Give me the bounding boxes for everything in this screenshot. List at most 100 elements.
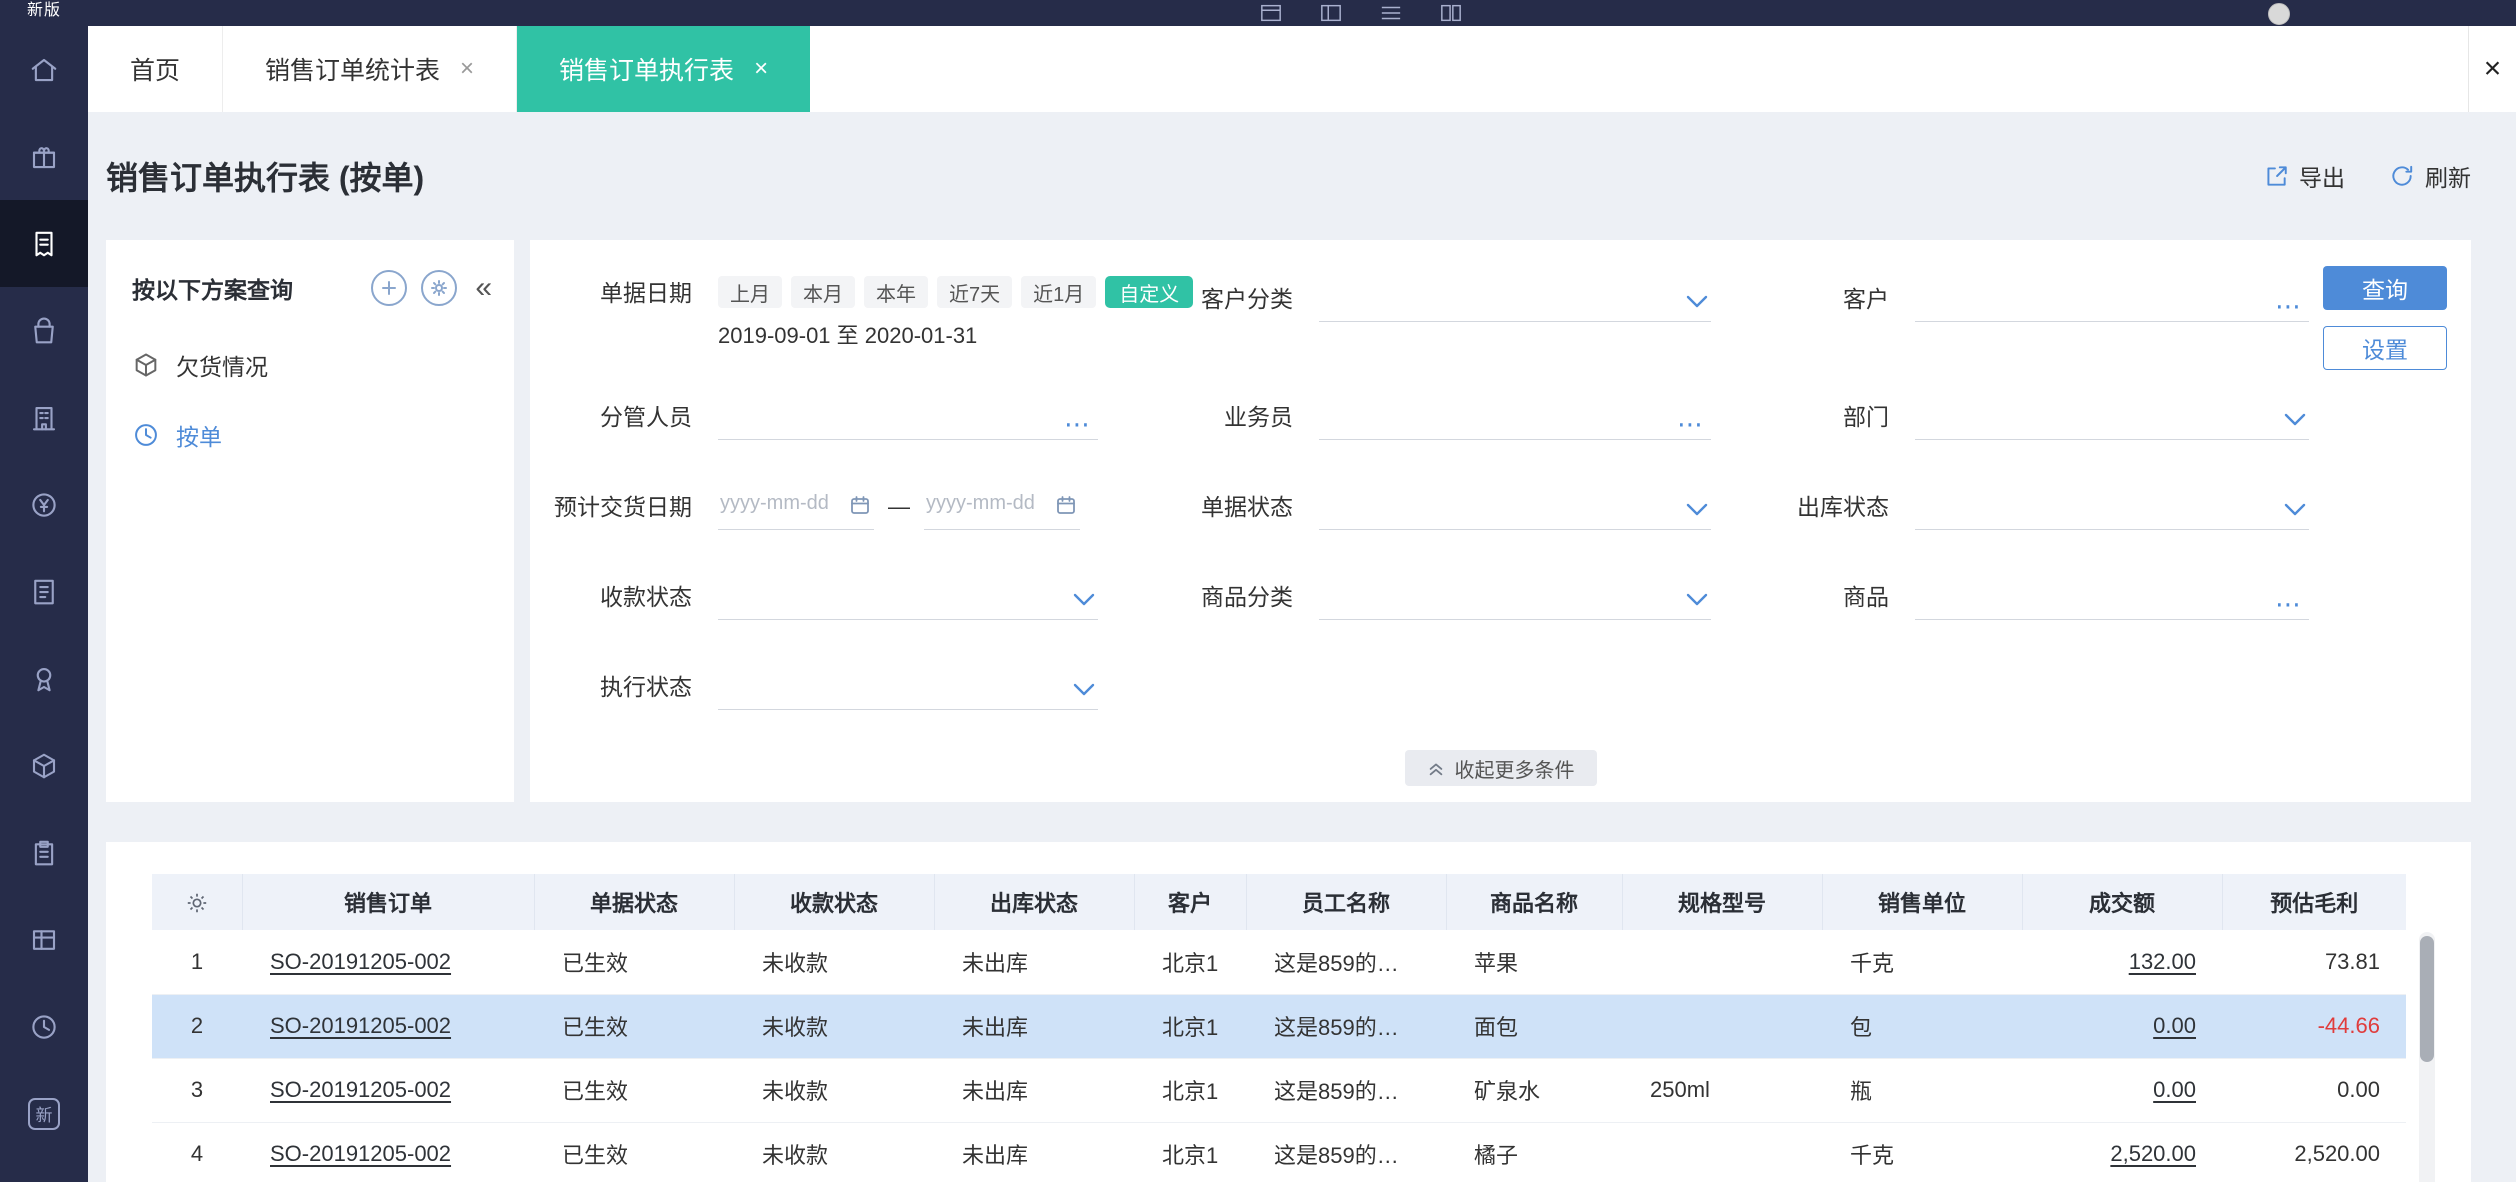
table-row[interactable]: 2 SO-20191205-002 已生效 未收款 未出库 北京1 这是859的… 面包 包 0.…: [152, 994, 2406, 1059]
layout-icon-3[interactable]: [1380, 3, 1402, 23]
amount-link[interactable]: 0.00: [2153, 1013, 2196, 1038]
scheme-settings-button[interactable]: [421, 270, 458, 306]
calendar-icon[interactable]: [848, 493, 872, 522]
expected-delivery-label: 预计交货日期: [554, 494, 692, 520]
doc-status-label: 单据状态: [1201, 494, 1293, 520]
customer-category-select[interactable]: [1319, 276, 1711, 322]
execution-status-select[interactable]: [718, 664, 1098, 710]
sidebar-item-invoice[interactable]: [0, 548, 88, 635]
query-button[interactable]: 查询: [2323, 266, 2447, 310]
table-row[interactable]: 4 SO-20191205-002 已生效 未收款 未出库 北京1 这是859的… 橘子 千克 2…: [152, 1122, 2406, 1182]
amount-link[interactable]: 2,520.00: [2110, 1141, 2196, 1166]
sidebar-item-sales-report[interactable]: [0, 200, 88, 287]
column-header[interactable]: 收款状态: [734, 874, 935, 930]
medal-icon: [36, 667, 52, 691]
settings-button[interactable]: 设置: [2323, 326, 2447, 370]
date-quick-chip[interactable]: 本月: [791, 276, 855, 308]
collapse-more-conditions-button[interactable]: 收起更多条件: [1404, 750, 1597, 786]
sidebar-item-new[interactable]: 新: [0, 1070, 88, 1157]
manager-label: 分管人员: [600, 404, 692, 430]
tab-sales-order-stats[interactable]: 销售订单统计表 ×: [223, 26, 518, 112]
filter-panel: 单据日期 上月 本月 本年 近7天 近1月 自定义 2019-09-01 至 2020-…: [530, 240, 2471, 802]
column-settings-header[interactable]: [152, 874, 243, 930]
column-header[interactable]: 规格型号: [1622, 874, 1823, 930]
scheme-item-shortage[interactable]: 欠货情况: [132, 348, 492, 382]
customer-picker[interactable]: ⋯: [1915, 276, 2309, 322]
refresh-button[interactable]: 刷新: [2389, 159, 2471, 193]
column-header[interactable]: 成交额: [2022, 874, 2223, 930]
column-header[interactable]: 客户: [1134, 874, 1247, 930]
sidebar-item-inventory[interactable]: [0, 722, 88, 809]
table-row[interactable]: 1 SO-20191205-002 已生效 未收款 未出库 北京1 这是859的… 苹果 千克 1…: [152, 930, 2406, 995]
query-scheme-panel: 按以下方案查询 « 欠货情况 按单: [106, 240, 514, 802]
column-header[interactable]: 员工名称: [1246, 874, 1447, 930]
sidebar-item-reports[interactable]: [0, 896, 88, 983]
tab-sales-order-execution[interactable]: 销售订单执行表 ×: [517, 26, 811, 112]
sidebar-item-home[interactable]: [0, 26, 88, 113]
sidebar-item-approval[interactable]: [0, 635, 88, 722]
collapse-scheme-panel-icon[interactable]: «: [475, 273, 492, 303]
scheme-item-by-order[interactable]: 按单: [132, 418, 492, 452]
table-row[interactable]: 3 SO-20191205-002 已生效 未收款 未出库 北京1 这是859的… 矿泉水 25…: [152, 1058, 2406, 1123]
product-picker[interactable]: ⋯: [1915, 574, 2309, 620]
sidebar-item-store[interactable]: [0, 374, 88, 461]
cell-product: 面包: [1446, 994, 1622, 1059]
amount-link[interactable]: 0.00: [2153, 1077, 2196, 1102]
cell-index: 4: [152, 1122, 242, 1182]
date-quick-chip[interactable]: 上月: [718, 276, 782, 308]
scrollbar-thumb[interactable]: [2420, 936, 2434, 1062]
add-scheme-button[interactable]: [371, 270, 408, 306]
column-header[interactable]: 单据状态: [534, 874, 735, 930]
tab-close-icon[interactable]: ×: [460, 57, 474, 81]
delivery-date-from-wrap: [718, 484, 874, 530]
export-button[interactable]: 导出: [2263, 159, 2345, 193]
cell-order: SO-20191205-002: [242, 930, 534, 995]
sidebar-item-checklist[interactable]: [0, 809, 88, 896]
date-quick-chip[interactable]: 近7天: [937, 276, 1013, 308]
column-header[interactable]: 出库状态: [934, 874, 1135, 930]
tab-home[interactable]: 首页: [88, 26, 224, 112]
tab-close-icon[interactable]: ×: [754, 57, 768, 81]
calendar-icon[interactable]: [1054, 493, 1078, 522]
payment-status-select[interactable]: [718, 574, 1098, 620]
cell-out-status: 未出库: [934, 1122, 1134, 1182]
sidebar-item-finance[interactable]: [0, 461, 88, 548]
order-link[interactable]: SO-20191205-002: [270, 1141, 451, 1166]
scheme-items: 欠货情况 按单: [132, 348, 492, 452]
cell-customer: 北京1: [1134, 930, 1246, 995]
sidebar-item-purchase[interactable]: [0, 287, 88, 374]
vertical-scrollbar[interactable]: [2419, 932, 2435, 1182]
close-panel-button[interactable]: ×: [2468, 26, 2516, 112]
sidebar-item-history[interactable]: [0, 983, 88, 1070]
outbound-status-select[interactable]: [1915, 484, 2309, 530]
product-category-select[interactable]: [1319, 574, 1711, 620]
layout-icon-2[interactable]: [1320, 3, 1342, 23]
order-link[interactable]: SO-20191205-002: [270, 949, 451, 974]
building-icon: [32, 406, 56, 430]
department-select[interactable]: [1915, 394, 2309, 440]
app-logo: 新版: [26, 2, 61, 19]
column-header[interactable]: 商品名称: [1446, 874, 1623, 930]
column-header[interactable]: 销售单位: [1822, 874, 2023, 930]
user-avatar[interactable]: [2268, 3, 2290, 25]
layout-icon-4[interactable]: [1440, 3, 1462, 23]
column-header[interactable]: 销售订单: [242, 874, 535, 930]
salesman-picker[interactable]: ⋯: [1319, 394, 1711, 440]
sidebar-item-goods[interactable]: [0, 113, 88, 200]
column-header[interactable]: 预估毛利: [2222, 874, 2406, 930]
panels-row: 按以下方案查询 « 欠货情况 按单 单据日期 上月 本月 本年 近7天 近1月 …: [106, 240, 2471, 802]
order-link[interactable]: SO-20191205-002: [270, 1013, 451, 1038]
cell-doc-status: 已生效: [534, 1058, 734, 1123]
manager-picker[interactable]: ⋯: [718, 394, 1098, 440]
order-link[interactable]: SO-20191205-002: [270, 1077, 451, 1102]
layout-icon-1[interactable]: [1260, 3, 1282, 23]
doc-status-select[interactable]: [1319, 484, 1711, 530]
page-title: 销售订单执行表 (按单): [106, 160, 425, 196]
chevron-down-icon: [1685, 294, 1709, 315]
amount-link[interactable]: 132.00: [2129, 949, 2196, 974]
chevron-down-icon: [1685, 592, 1709, 613]
cell-unit: 瓶: [1822, 1058, 2022, 1123]
payment-status-label: 收款状态: [600, 584, 692, 610]
date-quick-chip[interactable]: 近1月: [1021, 276, 1097, 308]
date-quick-chip[interactable]: 本年: [864, 276, 928, 308]
